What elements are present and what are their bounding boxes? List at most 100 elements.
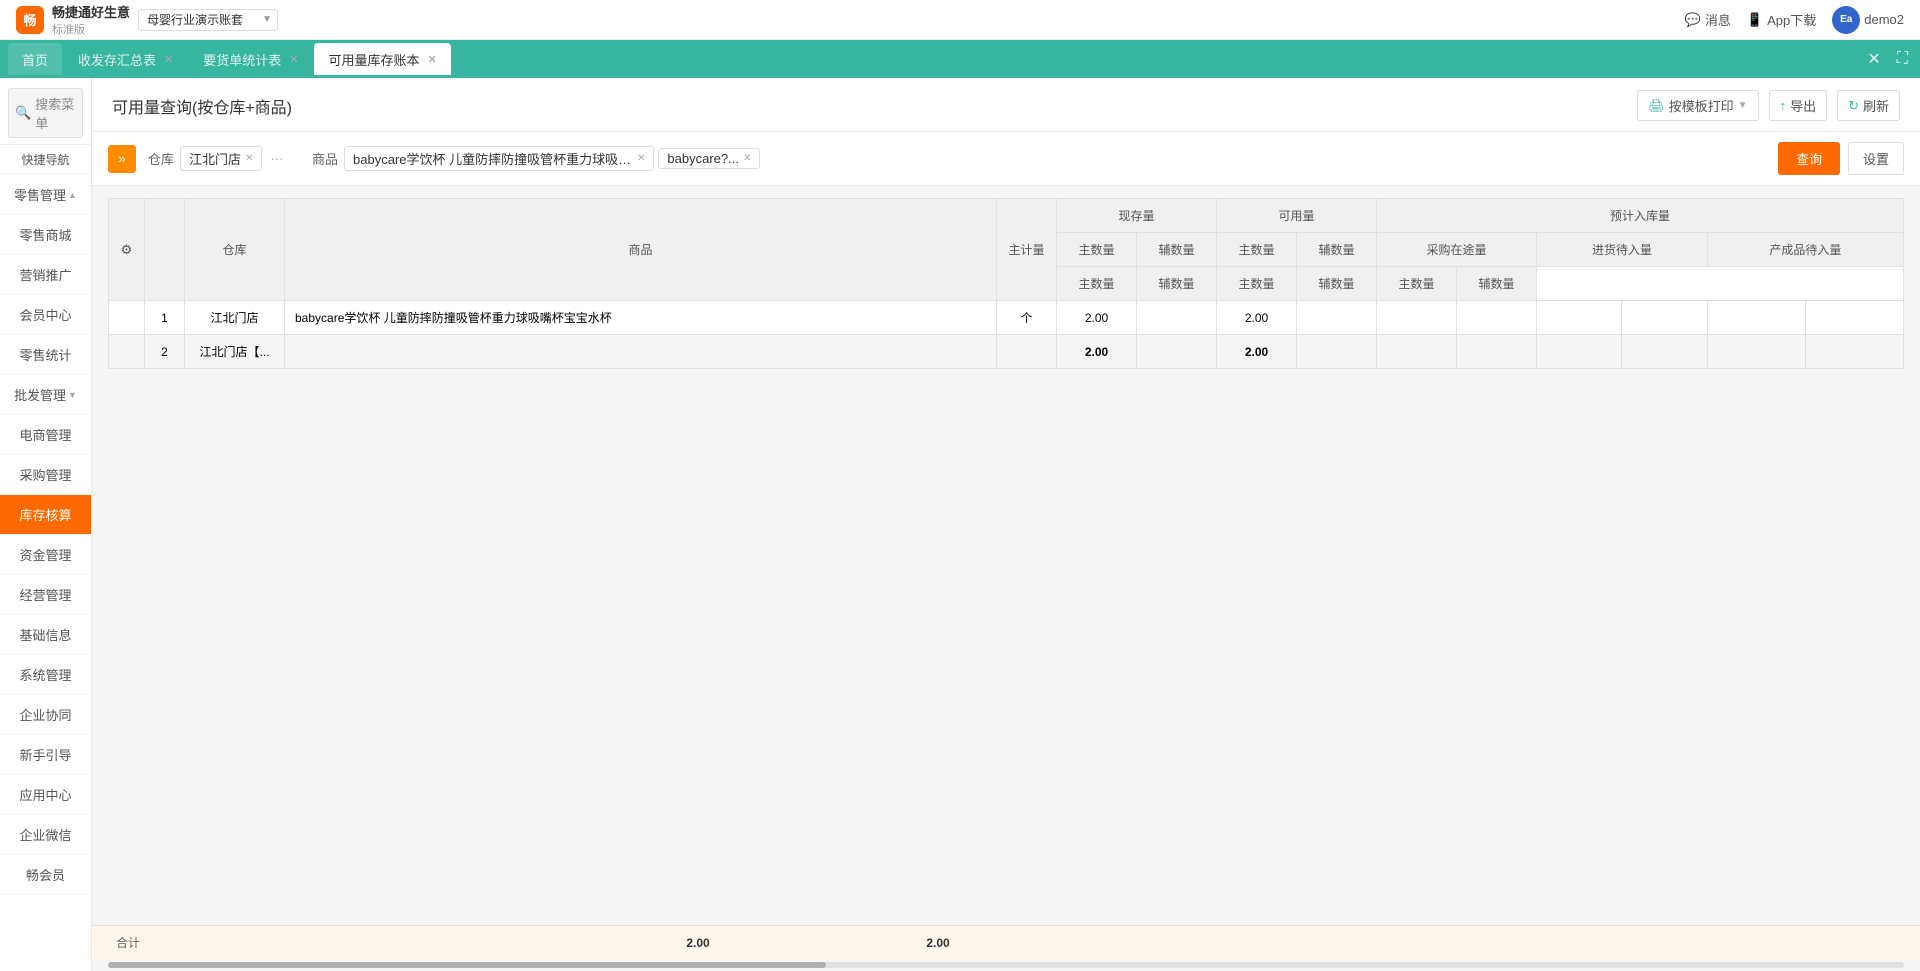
refresh-icon: ↻ <box>1848 98 1859 114</box>
product-filter-tags: babycare学饮杯 儿童防摔防撞吸管杯重力球吸嘴杯宝宝水杯 ✕ babyca… <box>344 146 760 171</box>
sidebar-item-basic-info[interactable]: 基础信息 <box>0 615 91 655</box>
sidebar-item-retail-mall-label: 零售商城 <box>19 228 71 243</box>
cell-curr-aux-1 <box>1137 301 1217 335</box>
cell-curr-main-1: 2.00 <box>1057 301 1137 335</box>
scrollbar-track[interactable] <box>108 962 1904 968</box>
sidebar-item-wholesale-mgmt-label: 批发管理 <box>14 385 66 404</box>
filter-product-group: 商品 babycare学饮杯 儿童防摔防撞吸管杯重力球吸嘴杯宝宝水杯 ✕ bab… <box>312 146 760 171</box>
th-unit: 主计量 <box>997 199 1057 301</box>
th-planned-in-group: 预计入库量 <box>1377 199 1904 233</box>
cell-unit-1: 个 <box>997 301 1057 335</box>
tab-income-close[interactable]: ✕ <box>164 53 173 66</box>
filter-action-buttons: 查询 设置 <box>1778 142 1904 175</box>
th-proc-main: 主数量 <box>1057 267 1137 301</box>
sidebar-item-inventory-check[interactable]: 库存核算 <box>0 495 91 535</box>
sidebar-item-member-label: 会员中心 <box>19 308 71 323</box>
top-bar-left: 畅 畅捷通好生意 标准版 母婴行业演示账套 ▼ <box>16 2 278 37</box>
filter-warehouse-group: 仓库 江北门店 ✕ ··· <box>148 146 300 171</box>
sidebar-item-wechat-work[interactable]: 企业微信 <box>0 815 91 855</box>
tab-order-close[interactable]: ✕ <box>289 53 298 66</box>
sidebar-item-app-center[interactable]: 应用中心 <box>0 775 91 815</box>
th-current-main: 主数量 <box>1057 233 1137 267</box>
retail-mgmt-arrow-icon: ▲ <box>68 190 77 200</box>
sidebar-item-operations[interactable]: 经营管理 <box>0 575 91 615</box>
sidebar-item-wholesale-mgmt[interactable]: 批发管理 ▼ <box>0 375 91 415</box>
sidebar-item-member[interactable]: 会员中心 <box>0 295 91 335</box>
app-subtitle: 标准版 <box>52 21 130 37</box>
sidebar-item-membership[interactable]: 畅会员 <box>0 855 91 895</box>
filter-bar: » 仓库 江北门店 ✕ ··· 商品 babycare学饮杯 儿童防摔防撞吸管杯… <box>92 132 1920 186</box>
sidebar-item-marketing[interactable]: 营销推广 <box>0 255 91 295</box>
download-icon: 📱 <box>1747 12 1763 28</box>
sidebar-item-finance[interactable]: 资金管理 <box>0 535 91 575</box>
warehouse-filter-tags: 江北门店 ✕ ··· <box>180 146 300 171</box>
sidebar-item-basic-info-label: 基础信息 <box>19 628 71 643</box>
sidebar-item-collab-label: 企业协同 <box>19 708 71 723</box>
product-tag-2[interactable]: babycare?... ✕ <box>658 148 760 169</box>
sidebar-item-marketing-label: 营销推广 <box>19 268 71 283</box>
tab-inventory-close[interactable]: ✕ <box>428 53 437 66</box>
settings-btn[interactable]: 设置 <box>1848 142 1904 175</box>
sidebar-item-system[interactable]: 系统管理 <box>0 655 91 695</box>
filter-expand-btn[interactable]: » <box>108 145 136 173</box>
table-row: 2 江北门店【... 2.00 2.00 <box>109 335 1904 369</box>
top-bar: 畅 畅捷通好生意 标准版 母婴行业演示账套 ▼ 💬 消息 📱 App下载 Ea … <box>0 0 1920 40</box>
sidebar-search-btn[interactable]: 🔍 搜索菜单 <box>8 88 83 138</box>
product-filter-label: 商品 <box>312 149 338 168</box>
sidebar-item-membership-label: 畅会员 <box>26 868 65 883</box>
th-current-stock-group: 现存量 <box>1057 199 1217 233</box>
sidebar-quick-nav[interactable]: 快捷导航 <box>0 145 91 175</box>
download-btn[interactable]: 📱 App下载 <box>1747 10 1816 29</box>
product-tag-1-close[interactable]: ✕ <box>637 153 645 164</box>
cell-warehouse-1: 江北门店 <box>185 301 285 335</box>
main-layout: 🔍 搜索菜单 快捷导航 零售管理 ▲ 零售商城 营销推广 会员中心 零售统计 批… <box>0 78 1920 971</box>
print-btn[interactable]: 🖨 按模板打印 ▼ <box>1637 90 1758 121</box>
industry-select[interactable]: 母婴行业演示账套 <box>138 9 278 31</box>
nav-close-btn[interactable]: ✕ <box>1863 47 1884 71</box>
th-inc-main: 主数量 <box>1217 267 1297 301</box>
sidebar-item-ecommerce[interactable]: 电商管理 <box>0 415 91 455</box>
sidebar-item-guide[interactable]: 新手引导 <box>0 735 91 775</box>
sidebar-item-collab[interactable]: 企业协同 <box>0 695 91 735</box>
warehouse-tag-1-text: 江北门店 <box>189 149 241 168</box>
query-btn[interactable]: 查询 <box>1778 142 1840 175</box>
sidebar-item-retail-mgmt[interactable]: 零售管理 ▲ <box>0 175 91 215</box>
product-tag-1[interactable]: babycare学饮杯 儿童防摔防撞吸管杯重力球吸嘴杯宝宝水杯 ✕ <box>344 146 654 171</box>
warehouse-tag-1[interactable]: 江北门店 ✕ <box>180 146 262 171</box>
th-settings[interactable]: ⚙ <box>109 199 145 301</box>
tab-inventory[interactable]: 可用量库存账本 ✕ <box>314 43 450 75</box>
industry-select-wrapper[interactable]: 母婴行业演示账套 ▼ <box>138 9 278 31</box>
tab-home[interactable]: 首页 <box>8 43 62 75</box>
product-tag-2-close[interactable]: ✕ <box>743 153 751 164</box>
header-actions: 🖨 按模板打印 ▼ ↑ 导出 ↻ 刷新 <box>1637 90 1900 121</box>
export-btn[interactable]: ↑ 导出 <box>1769 90 1828 121</box>
refresh-btn[interactable]: ↻ 刷新 <box>1837 90 1900 121</box>
th-inc-aux: 辅数量 <box>1297 267 1377 301</box>
page-header: 可用量查询(按仓库+商品) 🖨 按模板打印 ▼ ↑ 导出 ↻ 刷新 <box>92 78 1920 132</box>
cell-warehouse-2: 江北门店【... <box>185 335 285 369</box>
user-avatar-btn[interactable]: Ea demo2 <box>1832 6 1904 34</box>
sidebar-item-app-center-label: 应用中心 <box>19 788 71 803</box>
th-avail-aux: 辅数量 <box>1297 233 1377 267</box>
tab-order[interactable]: 要货单统计表 ✕ <box>189 43 312 75</box>
scrollbar-thumb[interactable] <box>108 962 826 968</box>
tab-income[interactable]: 收发存汇总表 ✕ <box>64 43 187 75</box>
sidebar-item-operations-label: 经营管理 <box>19 588 71 603</box>
cell-prod-main-1 <box>1707 301 1805 335</box>
table-container: ⚙ 仓库 商品 主计量 现存量 可用量 预计入库量 主数量 辅数量 主数量 <box>92 186 1920 925</box>
sidebar-item-finance-label: 资金管理 <box>19 548 71 563</box>
warehouse-tag-1-close[interactable]: ✕ <box>245 153 253 164</box>
warehouse-more-btn[interactable]: ··· <box>266 151 287 166</box>
sidebar-item-retail-mgmt-label: 零售管理 <box>14 185 66 204</box>
message-btn[interactable]: 💬 消息 <box>1685 10 1731 29</box>
cell-prod-main-2 <box>1707 335 1805 369</box>
sidebar-item-purchase[interactable]: 采购管理 <box>0 455 91 495</box>
sidebar-item-retail-stats[interactable]: 零售统计 <box>0 335 91 375</box>
product-tag-2-text: babycare?... <box>667 151 739 166</box>
th-avail-main: 主数量 <box>1217 233 1297 267</box>
cell-curr-main-2: 2.00 <box>1057 335 1137 369</box>
data-table: ⚙ 仓库 商品 主计量 现存量 可用量 预计入库量 主数量 辅数量 主数量 <box>108 198 1904 369</box>
sidebar-item-retail-mall[interactable]: 零售商城 <box>0 215 91 255</box>
nav-expand-btn[interactable]: ⛶ <box>1893 48 1912 70</box>
cell-proc-main-2 <box>1377 335 1457 369</box>
